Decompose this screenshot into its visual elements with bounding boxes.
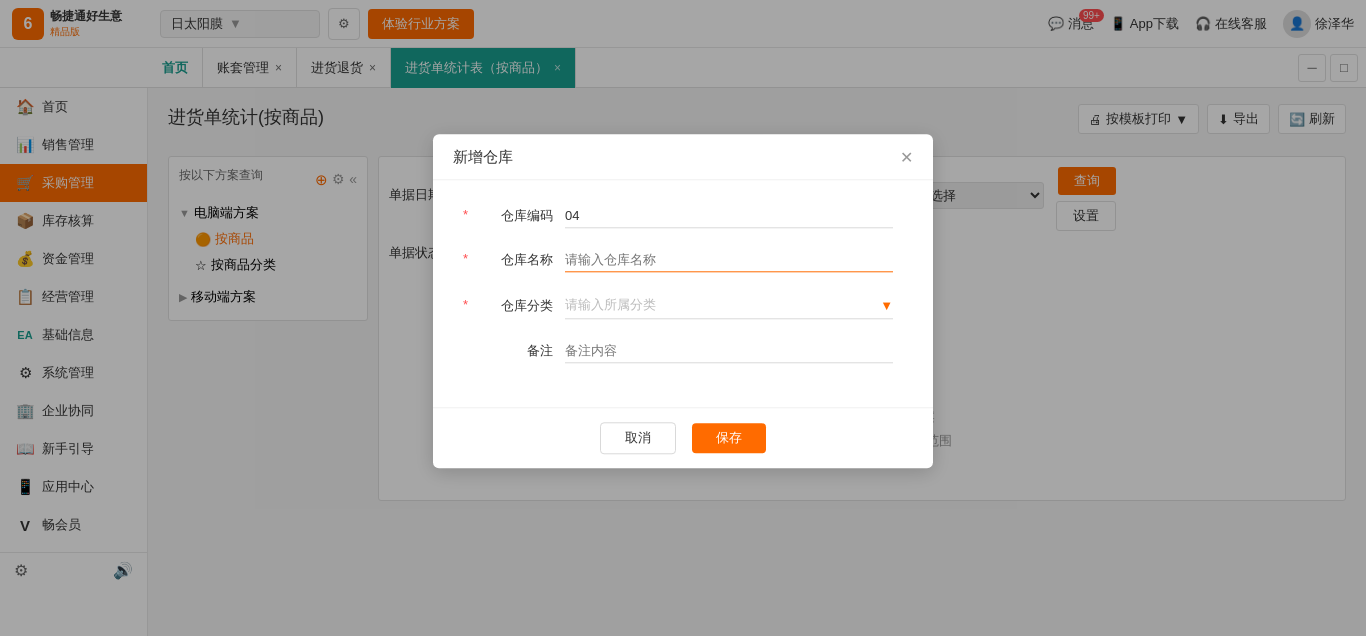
modal-header: 新增仓库 ✕ <box>433 134 933 180</box>
add-warehouse-modal: 新增仓库 ✕ 仓库编码 仓库名称 仓库分类 请输入所属分类 ▼ 备注 取消 保存 <box>433 134 933 468</box>
remark-label: 备注 <box>473 342 553 360</box>
modal-close-button[interactable]: ✕ <box>900 148 913 167</box>
remark-input[interactable] <box>565 339 893 363</box>
remark-row: 备注 <box>473 339 893 363</box>
cancel-button[interactable]: 取消 <box>600 422 676 454</box>
save-button[interactable]: 保存 <box>692 423 766 453</box>
warehouse-code-label: 仓库编码 <box>473 207 553 225</box>
warehouse-code-row: 仓库编码 <box>473 204 893 228</box>
warehouse-category-label: 仓库分类 <box>473 297 553 315</box>
modal-footer: 取消 保存 <box>433 407 933 468</box>
warehouse-category-select[interactable]: 请输入所属分类 ▼ <box>565 292 893 319</box>
modal-title: 新增仓库 <box>453 148 513 167</box>
warehouse-name-label: 仓库名称 <box>473 251 553 269</box>
category-dropdown-icon: ▼ <box>880 298 893 313</box>
warehouse-category-row: 仓库分类 请输入所属分类 ▼ <box>473 292 893 319</box>
modal-body: 仓库编码 仓库名称 仓库分类 请输入所属分类 ▼ 备注 <box>433 180 933 407</box>
warehouse-name-input[interactable] <box>565 248 893 272</box>
warehouse-code-input[interactable] <box>565 204 893 228</box>
warehouse-name-row: 仓库名称 <box>473 248 893 272</box>
warehouse-category-placeholder: 请输入所属分类 <box>565 296 656 314</box>
